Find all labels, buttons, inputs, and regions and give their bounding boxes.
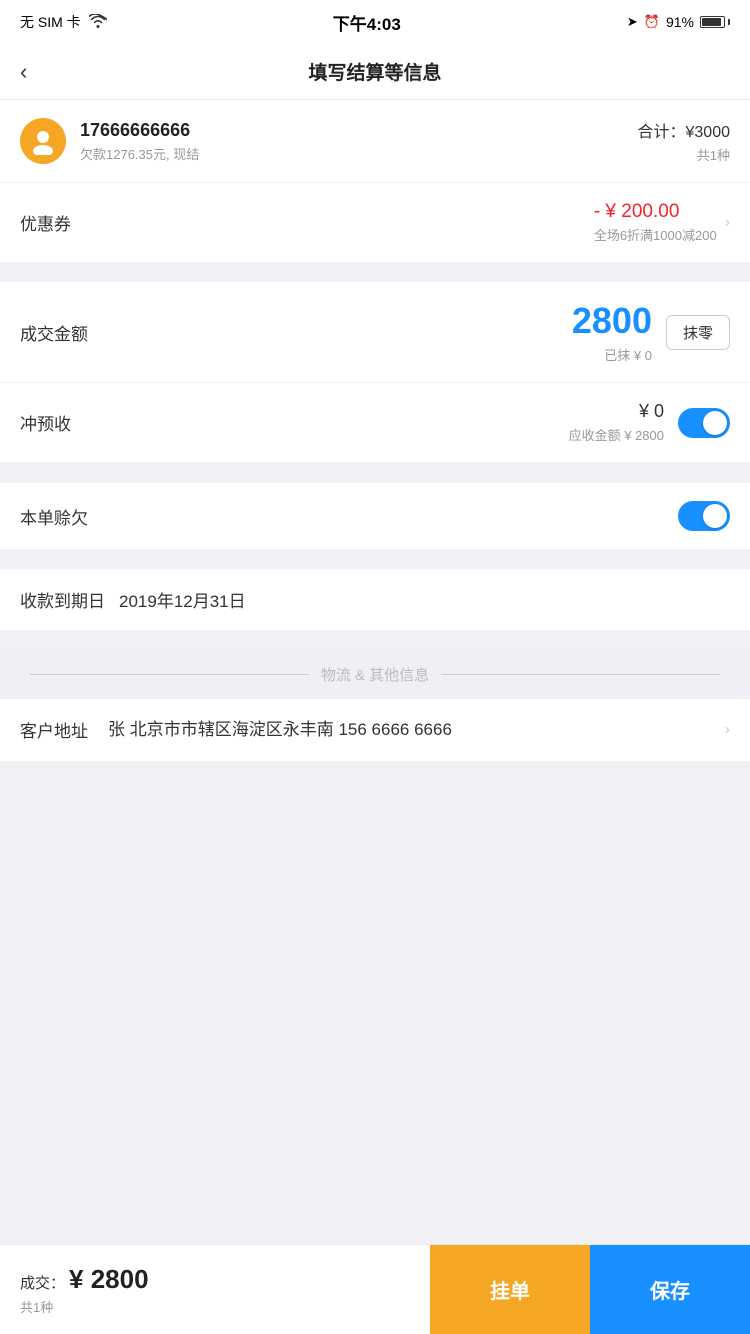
location-icon: ➤ xyxy=(627,14,638,30)
logistics-divider: 物流 & 其他信息 xyxy=(0,650,750,699)
chong-amount: ¥ 0 xyxy=(569,401,664,422)
section-gap-1 xyxy=(0,272,750,282)
save-button[interactable]: 保存 xyxy=(590,1245,750,1334)
address-row[interactable]: 客户地址 张 北京市市辖区海淀区永丰南 156 6666 6666 › xyxy=(0,699,750,761)
coupon-desc: 全场6折满1000减200 xyxy=(594,225,717,244)
user-info: 17666666666 欠款1276.35元, 现结 xyxy=(80,120,638,163)
chong-sub: 应收金额 ¥ 2800 xyxy=(569,425,664,444)
chong-label: 冲预收 xyxy=(20,410,71,435)
alarm-icon: ⏰ xyxy=(644,14,660,30)
logistics-text: 物流 & 其他信息 xyxy=(321,664,429,685)
total-amount: 合计：¥3000 xyxy=(638,118,731,142)
deal-amount-block: 2800 已抹 ¥ 0 xyxy=(572,300,652,364)
bottom-deal-row: 成交： ¥ 2800 xyxy=(20,1264,410,1295)
coupon-right: - ¥ 200.00 全场6折满1000减200 › xyxy=(594,201,730,244)
bottom-count: 共1种 xyxy=(20,1297,410,1316)
address-text: 张 北京市市辖区海淀区永丰南 156 6666 6666 xyxy=(108,717,725,743)
user-row: 17666666666 欠款1276.35元, 现结 合计：¥3000 共1种 xyxy=(0,100,750,183)
hang-button[interactable]: 挂单 xyxy=(430,1245,590,1334)
toggle-knob xyxy=(703,411,727,435)
section-gap-3 xyxy=(0,559,750,569)
nav-bar: ‹ 填写结算等信息 xyxy=(0,44,750,100)
user-sub-text: 欠款1276.35元, 现结 xyxy=(80,144,638,163)
due-date-value: 2019年12月31日 xyxy=(119,587,246,612)
user-total: 合计：¥3000 共1种 xyxy=(638,118,731,164)
coupon-discount: - ¥ 200.00 xyxy=(594,201,717,223)
address-label: 客户地址 xyxy=(20,717,88,742)
debt-toggle[interactable] xyxy=(678,501,730,531)
user-phone: 17666666666 xyxy=(80,120,638,141)
avatar xyxy=(20,118,66,164)
coupon-info: - ¥ 200.00 全场6折满1000减200 xyxy=(594,201,717,244)
deal-amount-label: 成交金额 xyxy=(20,320,88,345)
due-label: 收款到期日 xyxy=(20,587,105,612)
status-time: 下午4:03 xyxy=(333,10,401,35)
status-bar: 无 SIM 卡 下午4:03 ➤ ⏰ 91% xyxy=(0,0,750,44)
battery-icon xyxy=(700,16,730,28)
user-info-card: 17666666666 欠款1276.35元, 现结 合计：¥3000 共1种 … xyxy=(0,100,750,262)
status-left: 无 SIM 卡 xyxy=(20,12,107,32)
bottom-deal-label: 成交： xyxy=(20,1272,65,1293)
chong-toggle[interactable] xyxy=(678,408,730,438)
chong-amount-block: ¥ 0 应收金额 ¥ 2800 xyxy=(569,401,664,444)
back-button[interactable]: ‹ xyxy=(20,59,27,85)
address-arrow: › xyxy=(725,721,730,739)
no-sim-text: 无 SIM 卡 xyxy=(20,12,81,32)
bottom-padding xyxy=(0,771,750,801)
debt-toggle-knob xyxy=(703,504,727,528)
deal-right: 2800 已抹 ¥ 0 抹零 xyxy=(572,300,730,364)
bottom-amount: ¥ 2800 xyxy=(69,1264,149,1295)
section-gap-2 xyxy=(0,473,750,483)
deal-amount-card: 成交金额 2800 已抹 ¥ 0 抹零 冲预收 ¥ 0 应收金额 ¥ 2800 xyxy=(0,282,750,463)
coupon-label: 优惠券 xyxy=(20,210,71,235)
chong-right: ¥ 0 应收金额 ¥ 2800 xyxy=(569,401,730,444)
chong-row: 冲预收 ¥ 0 应收金额 ¥ 2800 xyxy=(0,383,750,463)
deal-sub: 已抹 ¥ 0 xyxy=(572,345,652,364)
due-date-card: 收款到期日 2019年12月31日 xyxy=(0,569,750,630)
section-gap-4 xyxy=(0,640,750,650)
coupon-arrow: › xyxy=(725,214,730,232)
due-date-row: 收款到期日 2019年12月31日 xyxy=(0,569,750,630)
page-title: 填写结算等信息 xyxy=(308,58,441,85)
deal-amount-row: 成交金额 2800 已抹 ¥ 0 抹零 xyxy=(0,282,750,383)
status-right: ➤ ⏰ 91% xyxy=(627,14,730,30)
wifi-icon xyxy=(89,14,107,31)
debt-row: 本单赊欠 xyxy=(0,483,750,549)
total-count: 共1种 xyxy=(638,145,731,164)
address-card: 客户地址 张 北京市市辖区海淀区永丰南 156 6666 6666 › xyxy=(0,699,750,761)
bottom-info: 成交： ¥ 2800 共1种 xyxy=(0,1264,430,1316)
content: 17666666666 欠款1276.35元, 现结 合计：¥3000 共1种 … xyxy=(0,100,750,891)
deal-amount-value: 2800 xyxy=(572,300,652,342)
debt-label: 本单赊欠 xyxy=(20,504,88,529)
coupon-row[interactable]: 优惠券 - ¥ 200.00 全场6折满1000减200 › xyxy=(0,183,750,262)
round-button[interactable]: 抹零 xyxy=(666,315,730,350)
battery-percent: 91% xyxy=(666,14,694,30)
debt-card: 本单赊欠 xyxy=(0,483,750,549)
bottom-bar: 成交： ¥ 2800 共1种 挂单 保存 xyxy=(0,1244,750,1334)
